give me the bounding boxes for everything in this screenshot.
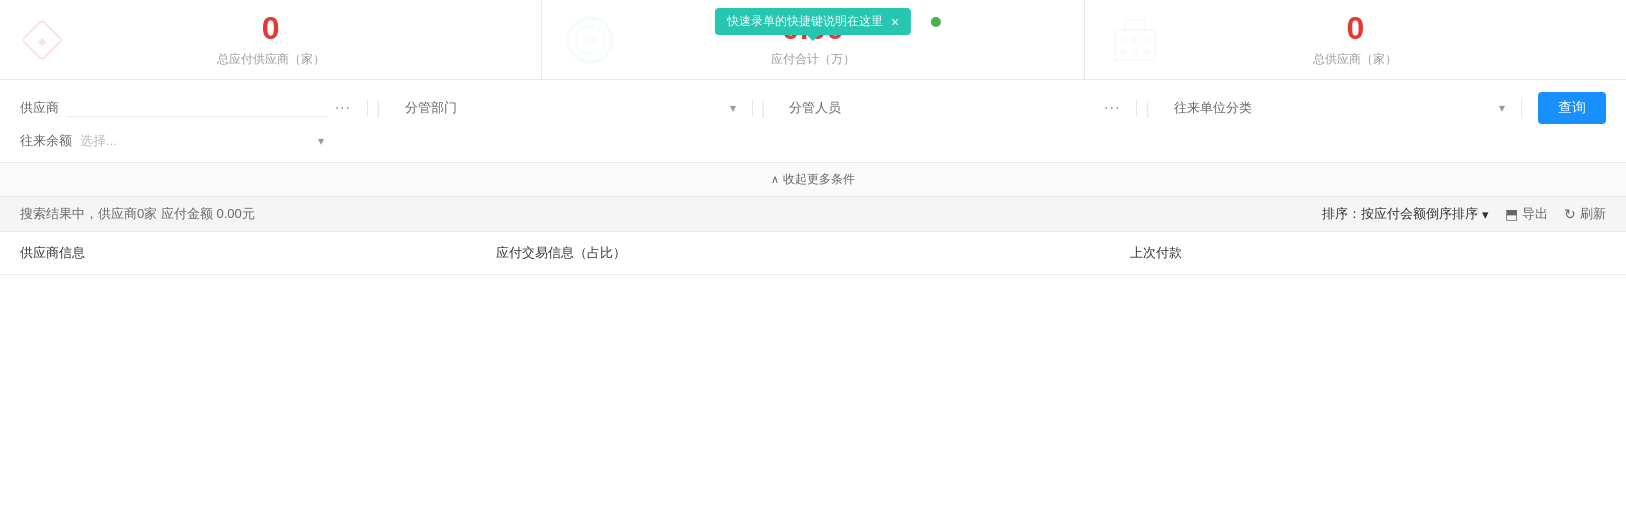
supplier-dots-btn[interactable]: ··· [335, 99, 351, 117]
svg-rect-10 [1120, 49, 1126, 55]
stat-block-suppliers: ◆ 0 总应付供应商（家） [0, 0, 542, 79]
collapse-label: 收起更多条件 [783, 171, 855, 188]
export-label: 导出 [1522, 205, 1548, 223]
balance-chevron-icon[interactable]: ▾ [318, 134, 324, 148]
category-chevron-icon[interactable]: ▾ [1499, 101, 1505, 115]
svg-rect-9 [1144, 37, 1150, 43]
svg-rect-11 [1132, 49, 1138, 55]
department-chevron-icon[interactable]: ▾ [730, 101, 736, 115]
stat-number-total: 0 [1346, 11, 1364, 46]
filter-row-2: 往来余额 选择... ▾ [20, 132, 1606, 150]
collapse-chevron-icon: ∧ [771, 173, 779, 186]
table-body [0, 275, 1626, 515]
table-col-supplier: 供应商信息 [20, 244, 496, 262]
result-actions: 排序：按应付会额倒序排序 ▾ ⬒ 导出 ↻ 刷新 [1322, 205, 1606, 223]
sort-label: 排序：按应付会额倒序排序 [1322, 205, 1478, 223]
table-col-transaction: 应付交易信息（占比） [496, 244, 1130, 262]
tooltip-text: 快速录单的快捷键说明在这里 [727, 13, 883, 30]
balance-placeholder: 选择... [80, 132, 318, 150]
department-input[interactable] [465, 101, 722, 116]
sep3: | [1145, 98, 1150, 119]
refresh-button[interactable]: ↻ 刷新 [1564, 205, 1606, 223]
balance-label: 往来余额 [20, 132, 72, 150]
result-info: 搜索结果中，供应商0家 应付金额 0.00元 [20, 205, 255, 223]
svg-text:◆: ◆ [38, 35, 47, 47]
table-header: 供应商信息 应付交易信息（占比） 上次付款 [0, 232, 1626, 275]
manager-label: 分管人员 [789, 99, 841, 117]
tooltip-bubble: 快速录单的快捷键说明在这里 × [715, 8, 911, 35]
department-label: 分管部门 [405, 99, 457, 117]
stats-bar: ◆ 0 总应付供应商（家） 0.00 应付合计（万） 快速录单的快捷键说明在这里… [0, 0, 1626, 80]
sep1: | [376, 98, 381, 119]
svg-rect-8 [1132, 37, 1138, 43]
sep2: | [761, 98, 766, 119]
building-icon [1105, 15, 1165, 65]
supplier-input[interactable] [67, 99, 327, 117]
filter-row-1: 供应商 ··· | 分管部门 ▾ | 分管人员 ··· | 往来 [20, 92, 1606, 124]
tooltip-dot [931, 17, 941, 27]
search-button[interactable]: 查询 [1538, 92, 1606, 124]
svg-rect-7 [1120, 37, 1126, 43]
stat-label-total: 总供应商（家） [1313, 51, 1397, 68]
filter-bar: 供应商 ··· | 分管部门 ▾ | 分管人员 ··· | 往来 [0, 80, 1626, 163]
filter-item-balance: 往来余额 选择... ▾ [20, 132, 340, 150]
manager-dots-btn[interactable]: ··· [1104, 99, 1120, 117]
refresh-label: 刷新 [1580, 205, 1606, 223]
sort-chevron-icon: ▾ [1482, 207, 1489, 222]
tooltip-close-btn[interactable]: × [891, 15, 899, 29]
result-bar: 搜索结果中，供应商0家 应付金额 0.00元 排序：按应付会额倒序排序 ▾ ⬒ … [0, 197, 1626, 232]
search-btn-wrapper: 查询 [1538, 92, 1606, 124]
svg-rect-5 [1115, 30, 1155, 60]
table-col-last-payment: 上次付款 [1130, 244, 1606, 262]
svg-rect-6 [1125, 20, 1145, 30]
filter-item-supplier: 供应商 ··· [20, 99, 368, 117]
diamond-icon: ◆ [20, 18, 64, 62]
sort-dropdown[interactable]: 排序：按应付会额倒序排序 ▾ [1322, 205, 1489, 223]
filter-item-department: 分管部门 ▾ [389, 99, 753, 117]
filter-item-manager: 分管人员 ··· [773, 99, 1137, 117]
svg-point-4 [584, 34, 596, 46]
svg-rect-12 [1144, 49, 1150, 55]
stat-block-total: 0 总供应商（家） [1085, 0, 1626, 79]
category-label: 往来单位分类 [1174, 99, 1252, 117]
collapse-bar[interactable]: ∧ 收起更多条件 [0, 163, 1626, 197]
stat-label-suppliers: 总应付供应商（家） [217, 51, 325, 68]
refresh-icon: ↻ [1564, 206, 1576, 222]
export-icon: ⬒ [1505, 206, 1518, 222]
stat-block-amount: 0.00 应付合计（万） 快速录单的快捷键说明在这里 × [542, 0, 1084, 79]
stat-label-amount: 应付合计（万） [771, 51, 855, 68]
piggy-icon [562, 12, 618, 68]
export-button[interactable]: ⬒ 导出 [1505, 205, 1548, 223]
supplier-label: 供应商 [20, 99, 59, 117]
category-input[interactable] [1260, 101, 1491, 116]
stat-number-suppliers: 0 [262, 11, 280, 46]
manager-input[interactable] [849, 101, 1096, 116]
filter-item-category: 往来单位分类 ▾ [1158, 99, 1522, 117]
